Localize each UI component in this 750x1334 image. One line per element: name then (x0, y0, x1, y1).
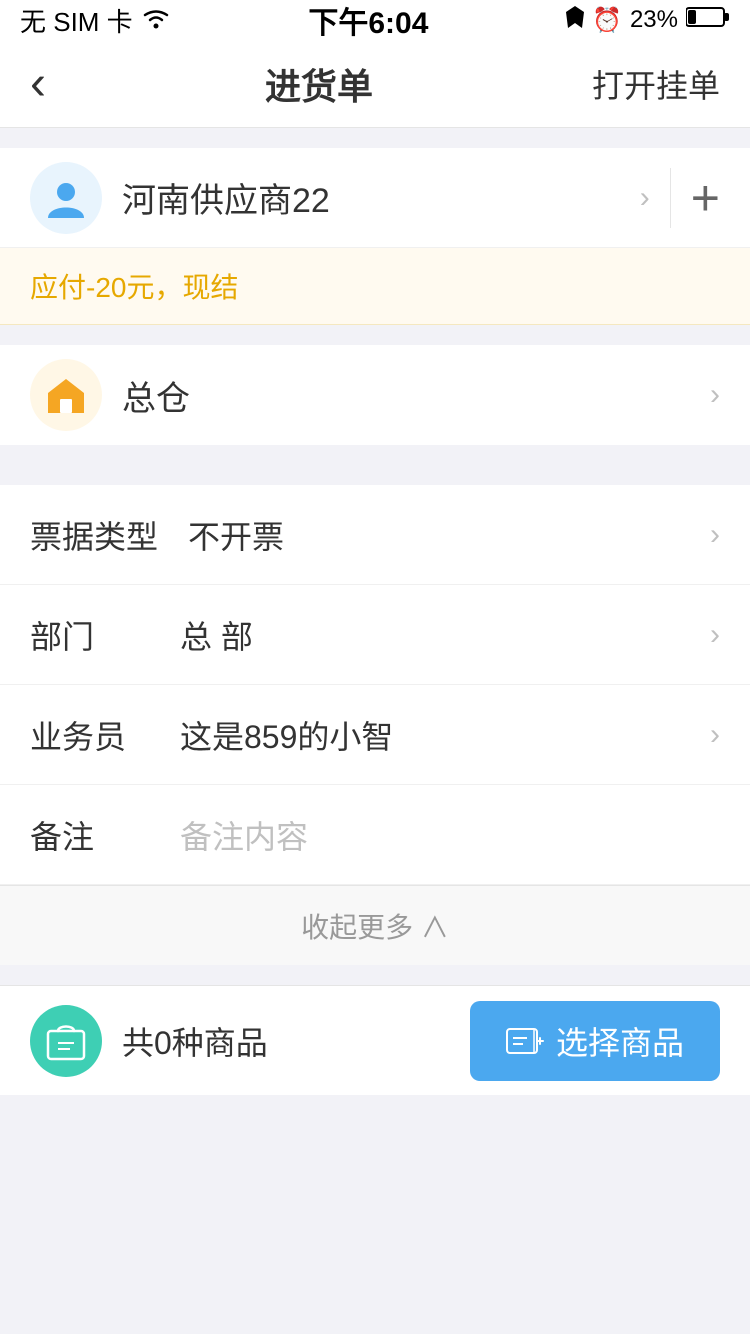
select-product-button[interactable]: 选择商品 (470, 1001, 720, 1081)
section-gap-1 (0, 128, 750, 148)
status-bar-left: 无 SIM 卡 (20, 2, 171, 39)
battery-icon (686, 6, 730, 35)
notice-text: 应付-20元，现结 (30, 272, 238, 303)
section-gap-2 (0, 325, 750, 345)
add-supplier-button[interactable]: + (691, 173, 720, 223)
form-section: 票据类型 不开票 › 部门 总 部 › 业务员 这是859的小智 › 备注 备注… (0, 485, 750, 965)
back-button[interactable]: ‹ (30, 60, 46, 108)
supplier-card: 河南供应商22 › + 应付-20元，现结 (0, 148, 750, 325)
section-gap-3 (0, 445, 750, 465)
warehouse-icon (30, 359, 102, 431)
page-title: 进货单 (265, 58, 373, 110)
collapse-row[interactable]: 收起更多 ∧ (0, 885, 750, 965)
warehouse-chevron-icon: › (710, 378, 720, 412)
department-chevron-icon: › (710, 618, 720, 652)
department-value: 总 部 (150, 612, 700, 658)
alarm-icon: ⏰ (592, 6, 622, 35)
notice-banner: 应付-20元，现结 (0, 248, 750, 325)
invoice-type-label: 票据类型 (30, 512, 158, 558)
bottom-bar: 共0种商品 选择商品 (0, 985, 750, 1095)
remark-label: 备注 (30, 812, 150, 858)
supplier-avatar (30, 162, 102, 234)
nav-bar: ‹ 进货单 打开挂单 (0, 40, 750, 128)
supplier-divider (670, 168, 671, 228)
invoice-type-chevron-icon: › (710, 518, 720, 552)
status-bar: 无 SIM 卡 下午6:04 ⏰ 23% (0, 0, 750, 40)
supplier-name: 河南供应商22 (122, 173, 630, 222)
battery-text: 23% (630, 6, 678, 34)
remark-row[interactable]: 备注 备注内容 (0, 785, 750, 885)
remark-value: 备注内容 (150, 812, 720, 858)
status-bar-right: ⏰ 23% (566, 6, 730, 35)
department-label: 部门 (30, 612, 150, 658)
wifi-icon (141, 5, 171, 36)
collapse-label: 收起更多 ∧ (301, 906, 449, 946)
carrier-text: 无 SIM 卡 (20, 2, 133, 39)
warehouse-row[interactable]: 总仓 › (0, 345, 750, 445)
department-row[interactable]: 部门 总 部 › (0, 585, 750, 685)
select-product-label: 选择商品 (556, 1018, 684, 1064)
invoice-type-value: 不开票 (158, 512, 700, 558)
warehouse-name: 总仓 (122, 371, 700, 420)
product-count-icon (30, 1005, 102, 1077)
supplier-row[interactable]: 河南供应商22 › + (0, 148, 750, 248)
status-bar-time: 下午6:04 (308, 0, 428, 42)
product-count-text: 共0种商品 (122, 1018, 470, 1064)
warehouse-card: 总仓 › (0, 345, 750, 445)
salesperson-row[interactable]: 业务员 这是859的小智 › (0, 685, 750, 785)
salesperson-value: 这是859的小智 (150, 712, 700, 758)
salesperson-label: 业务员 (30, 712, 150, 758)
invoice-type-row[interactable]: 票据类型 不开票 › (0, 485, 750, 585)
supplier-chevron-icon: › (640, 181, 650, 215)
salesperson-chevron-icon: › (710, 718, 720, 752)
location-icon (566, 6, 584, 35)
open-pending-button[interactable]: 打开挂单 (592, 61, 720, 107)
